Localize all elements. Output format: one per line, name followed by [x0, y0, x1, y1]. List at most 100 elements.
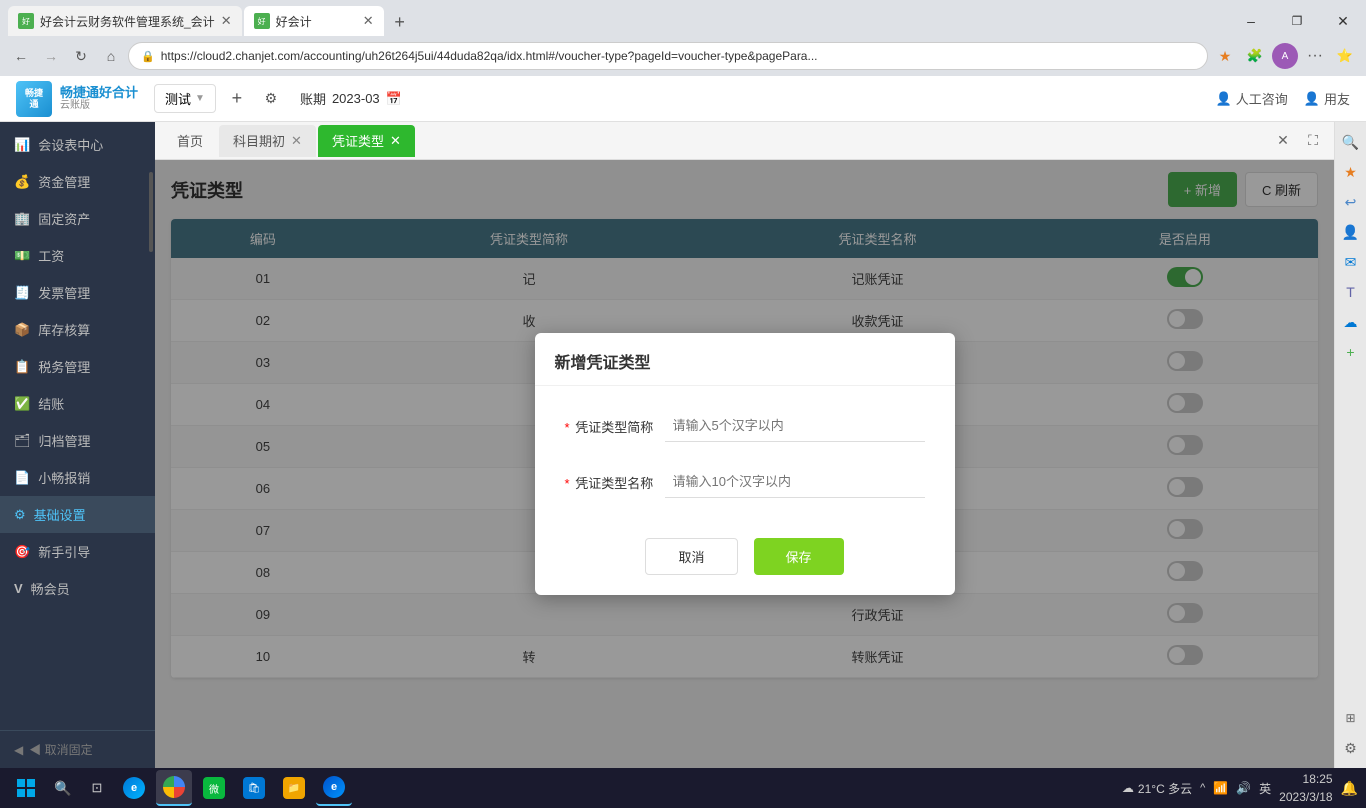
abbr-input[interactable]: [665, 410, 925, 442]
sidebar-item-guide[interactable]: 🎯 新手引导: [0, 533, 155, 570]
favorites-panel-icon[interactable]: ⭐: [1332, 43, 1358, 69]
sidebar-footer[interactable]: ◀ ◀ 取消固定: [0, 730, 155, 768]
sidebar-item-inventory[interactable]: 📦 库存核算: [0, 311, 155, 348]
right-collection-icon[interactable]: 👤: [1339, 220, 1363, 244]
period-value: 2023-03: [332, 91, 380, 106]
win-min-btn[interactable]: –: [1228, 6, 1274, 36]
consult-btn[interactable]: 👤 人工咨询: [1216, 89, 1288, 108]
address-bar: ← → ↻ ⌂ 🔒 https://cloud2.chanjet.com/acc…: [0, 36, 1366, 76]
window-controls: – ❐ ✕: [1228, 6, 1366, 36]
company-select[interactable]: 测试 ▼: [154, 84, 216, 113]
sidebar-item-checkout[interactable]: ✅ 结账: [0, 385, 155, 422]
right-outlook-icon[interactable]: ✉: [1339, 250, 1363, 274]
dialog-overlay: 新增凭证类型 * 凭证类型简称: [155, 160, 1334, 768]
sidebar-scroll-bar[interactable]: [149, 172, 153, 252]
logo-subtitle: 云账版: [60, 100, 138, 112]
user-info[interactable]: 👤 用友: [1304, 89, 1350, 108]
sidebar-item-funds[interactable]: 💰 资金管理: [0, 163, 155, 200]
sidebar-item-settings[interactable]: ⚙ 基础设置: [0, 496, 155, 533]
sidebar-item-salary[interactable]: 💵 工资: [0, 237, 155, 274]
taskbar-task-view-btn[interactable]: ⊡: [82, 773, 112, 803]
browser-tab-2[interactable]: 好 好会计 ✕: [244, 6, 384, 36]
save-btn[interactable]: 保存: [754, 538, 844, 575]
taskbar-weather[interactable]: ☁ 21°C 多云: [1122, 780, 1192, 797]
taskbar-app-chrome[interactable]: [156, 770, 192, 806]
extensions-icon[interactable]: 🧩: [1242, 43, 1268, 69]
sidebar-item-tax[interactable]: 📋 税务管理: [0, 348, 155, 385]
taskbar-app-weixin[interactable]: 微: [196, 770, 232, 806]
taskbar-start-btn[interactable]: [8, 773, 44, 803]
logo-icon: 畅捷通: [16, 81, 52, 117]
sidebar-item-member[interactable]: V 畅会员: [0, 570, 155, 607]
taskbar-arrow-up[interactable]: ^: [1200, 782, 1205, 794]
tab-minimize-btn[interactable]: ✕: [1270, 128, 1296, 154]
settings-icon[interactable]: ⚙: [258, 86, 284, 112]
taskbar-time: 18:25: [1279, 770, 1332, 788]
sidebar-item-dashboard[interactable]: 📊 会设表中心: [0, 126, 155, 163]
right-onedrive-icon[interactable]: ☁: [1339, 310, 1363, 334]
new-tab-btn[interactable]: +: [386, 8, 414, 36]
nav-home-btn[interactable]: ⌂: [98, 43, 124, 69]
tab2-close[interactable]: ✕: [363, 13, 374, 29]
tab-expand-controls: ✕ ⛶: [1270, 128, 1326, 154]
sidebar-item-expense[interactable]: 📄 小畅报销: [0, 459, 155, 496]
tab-subjects[interactable]: 科目期初 ✕: [219, 125, 316, 157]
taskbar-lang[interactable]: 英: [1259, 780, 1271, 797]
taskbar-notification[interactable]: 🔔: [1341, 780, 1358, 797]
right-grid-icon[interactable]: ⊞: [1339, 706, 1363, 730]
right-history-icon[interactable]: ↩: [1339, 190, 1363, 214]
name-input[interactable]: [665, 466, 925, 498]
browser-more-btn[interactable]: ···: [1302, 43, 1328, 69]
sidebar-item-invoice[interactable]: 🧾 发票管理: [0, 274, 155, 311]
assets-icon: 🏢: [14, 211, 30, 227]
tab-fullscreen-btn[interactable]: ⛶: [1300, 128, 1326, 154]
sidebar-nav: 📊 会设表中心 💰 资金管理 🏢 固定资产 💵 工资 🧾 发票管理: [0, 122, 155, 730]
taskbar-time-date[interactable]: 18:25 2023/3/18: [1279, 770, 1332, 806]
add-company-btn[interactable]: +: [224, 86, 250, 112]
app-header: 畅捷通 畅捷通好合计 云账版 测试 ▼ + ⚙ 账期 2023-03 📅 👤 人…: [0, 76, 1366, 122]
browser-chrome: 好 好会计云财务软件管理系统_会计 ✕ 好 好会计 ✕ + – ❐ ✕ ← → …: [0, 0, 1366, 76]
taskbar-app-edge[interactable]: e: [116, 770, 152, 806]
taskbar-app-files[interactable]: 📁: [276, 770, 312, 806]
tab-home[interactable]: 首页: [163, 125, 217, 157]
taskbar-search-btn[interactable]: 🔍: [48, 773, 78, 803]
tax-icon: 📋: [14, 359, 30, 375]
funds-label: 资金管理: [38, 172, 90, 191]
nav-back-btn[interactable]: ←: [8, 43, 34, 69]
voucher-type-tab-close[interactable]: ✕: [390, 133, 401, 149]
right-plugin-icon[interactable]: +: [1339, 340, 1363, 364]
tab-voucher-type[interactable]: 凭证类型 ✕: [318, 125, 415, 157]
right-star-icon[interactable]: ★: [1339, 160, 1363, 184]
win-max-btn[interactable]: ❐: [1274, 6, 1320, 36]
dashboard-icon: 📊: [14, 137, 30, 153]
browser-tab-1[interactable]: 好 好会计云财务软件管理系统_会计 ✕: [8, 6, 242, 36]
calendar-icon[interactable]: 📅: [386, 91, 402, 107]
archive-icon: 🗂: [14, 433, 31, 449]
dialog-footer: 取消 保存: [535, 530, 955, 595]
right-search-icon[interactable]: 🔍: [1339, 130, 1363, 154]
sidebar-item-archive[interactable]: 🗂 归档管理: [0, 422, 155, 459]
sidebar-item-assets[interactable]: 🏢 固定资产: [0, 200, 155, 237]
taskbar-wifi-icon[interactable]: 📶: [1213, 781, 1228, 795]
nav-forward-btn[interactable]: →: [38, 43, 64, 69]
subjects-tab-close[interactable]: ✕: [291, 133, 302, 149]
right-settings-icon[interactable]: ⚙: [1339, 736, 1363, 760]
address-input[interactable]: 🔒 https://cloud2.chanjet.com/accounting/…: [128, 42, 1208, 70]
right-teams-icon[interactable]: T: [1339, 280, 1363, 304]
win-close-btn[interactable]: ✕: [1320, 6, 1366, 36]
taskbar-app-store[interactable]: 🛍: [236, 770, 272, 806]
funds-icon: 💰: [14, 174, 30, 190]
taskbar-sound-icon[interactable]: 🔊: [1236, 781, 1251, 795]
favorites-icon[interactable]: ★: [1212, 43, 1238, 69]
user-icon: 👤: [1304, 91, 1320, 107]
cancel-btn[interactable]: 取消: [645, 538, 737, 575]
user-label: 用友: [1324, 89, 1350, 108]
abbr-label: * 凭证类型简称: [565, 417, 665, 436]
profile-icon[interactable]: A: [1272, 43, 1298, 69]
expense-label: 小畅报销: [38, 468, 90, 487]
guide-label: 新手引导: [38, 542, 90, 561]
tab1-close[interactable]: ✕: [221, 13, 232, 29]
nav-refresh-btn[interactable]: ↻: [68, 43, 94, 69]
taskbar-app-edge2[interactable]: e: [316, 770, 352, 806]
member-label: 畅会员: [31, 579, 70, 598]
